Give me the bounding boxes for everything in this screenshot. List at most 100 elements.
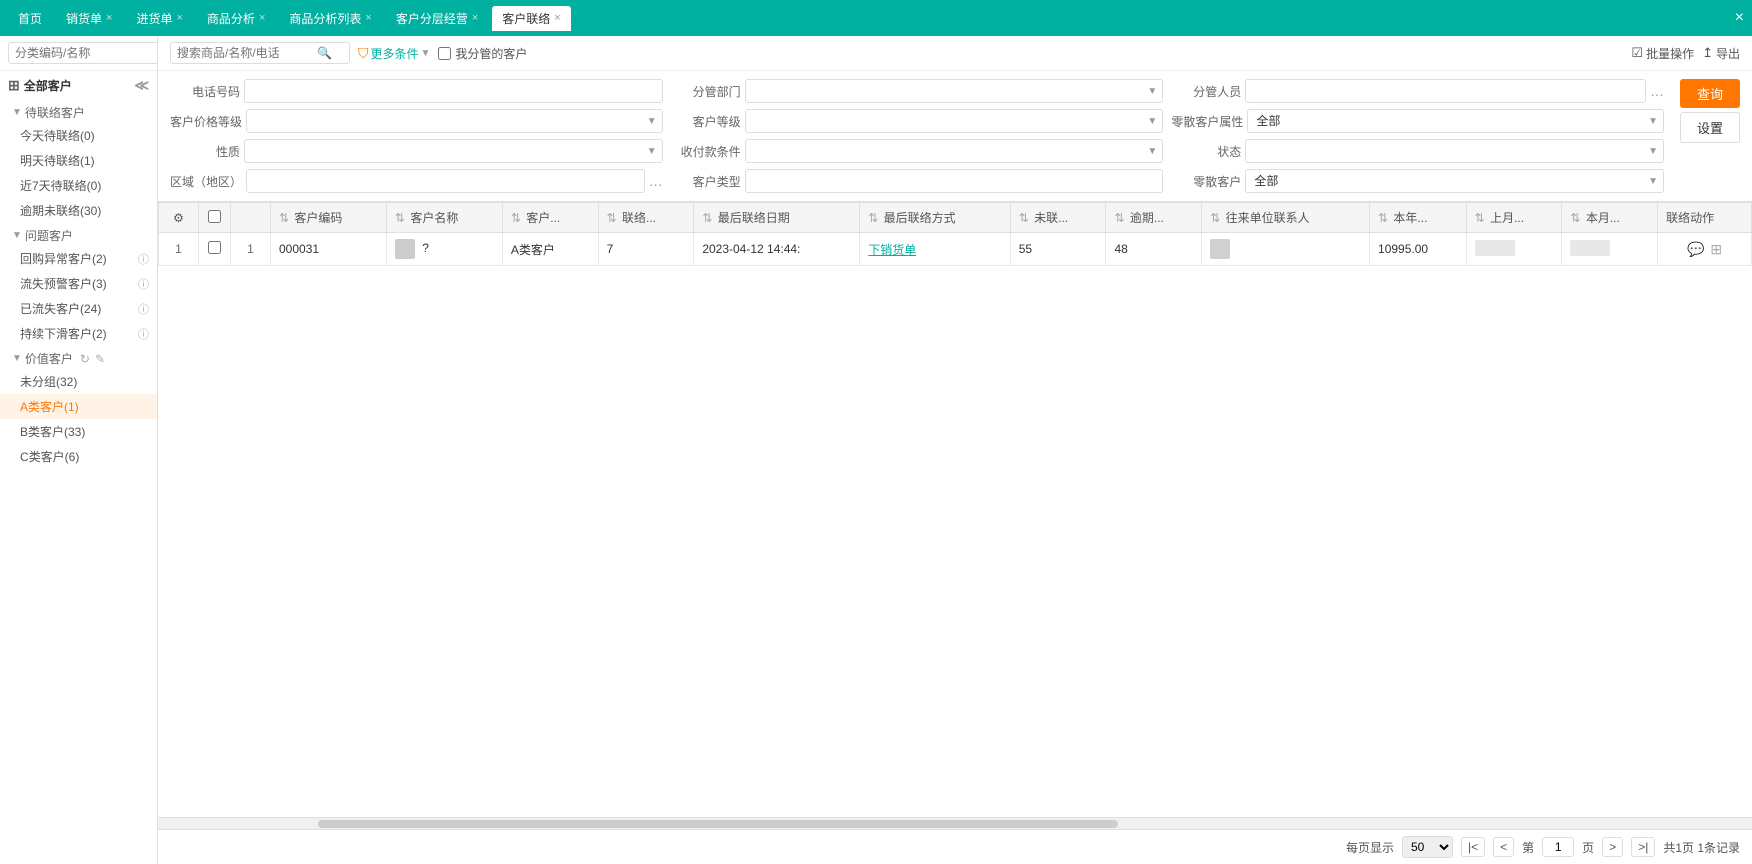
sidebar-item-tomorrow-label: 明天待联络(1) [20,152,95,169]
col-header-name[interactable]: ⇅ 客户名称 [386,203,502,233]
last-page-btn[interactable]: >| [1631,837,1655,857]
manager-dots-btn[interactable]: … [1650,83,1664,99]
nav-close-all-icon[interactable]: × [1735,9,1744,27]
nav-goods-list-close[interactable]: × [365,12,371,24]
nav-goods-analysis[interactable]: 商品分析 × [197,6,275,31]
nav-customer-contact-close[interactable]: × [554,12,560,24]
filter-status-label: 状态 [1171,143,1241,160]
contact-avatar [1210,239,1230,259]
col-name-sort-icon: ⇅ [395,211,405,225]
query-button[interactable]: 查询 [1680,79,1740,108]
col-header-no-contact[interactable]: ⇅ 未联... [1010,203,1106,233]
table-row: 1 1 000031 ? [159,233,1752,266]
filter-field-phone: 电话号码 [170,79,663,103]
nav-sales[interactable]: 销货单 × [56,6,122,31]
sidebar-item-repurchase[interactable]: 回购异常客户(2) ⓘ [0,246,157,271]
col-header-year-amount[interactable]: ⇅ 本年... [1370,203,1467,233]
col-header-last-method[interactable]: ⇅ 最后联络方式 [860,203,1011,233]
prev-page-btn[interactable]: < [1493,837,1514,857]
settings-button[interactable]: 设置 [1680,112,1740,143]
sidebar-item-tomorrow[interactable]: 明天待联络(1) [0,148,157,173]
group-value-edit-icon[interactable]: ✎ [95,352,105,366]
row-message-icon[interactable]: 💬 [1687,241,1704,258]
cell-this-month [1562,233,1658,266]
filter-retail-select[interactable]: 全部 [1245,169,1664,193]
page-size-select[interactable]: 10 20 50 100 [1402,836,1453,858]
page-input[interactable] [1542,837,1574,857]
nav-goods-close[interactable]: × [259,12,265,24]
sidebar-item-lost[interactable]: 已流失客户(24) ⓘ [0,296,157,321]
filter-manager-input[interactable] [1245,79,1646,103]
nav-sales-label: 销货单 [66,10,102,27]
horizontal-scrollbar[interactable] [158,817,1752,829]
sidebar-item-ungrouped[interactable]: 未分组(32) [0,369,157,394]
col-header-contact-count[interactable]: ⇅ 联络... [598,203,694,233]
region-dots-btn[interactable]: … [649,173,663,189]
sidebar-search-container: 🔍 [0,36,157,71]
table-container: ⚙ ⇅ 客户编码 ⇅ 客户名称 [158,202,1752,817]
filter-nature-wrapper: ▼ [244,139,663,163]
select-all-checkbox[interactable] [208,210,221,223]
nav-customer-layer[interactable]: 客户分层经营 × [386,6,488,31]
cell-index: 1 [231,233,271,266]
filter-status-select[interactable] [1245,139,1664,163]
sidebar-item-class-a[interactable]: A类客户(1) [0,394,157,419]
sidebar-item-overdue[interactable]: 逾期未联络(30) [0,198,157,223]
filter-search-box: 🔍 [170,42,350,64]
sidebar-item-today[interactable]: 今天待联络(0) [0,123,157,148]
filter-payment-select[interactable] [745,139,1164,163]
sidebar-item-week[interactable]: 近7天待联络(0) [0,173,157,198]
my-customers-checkbox[interactable] [438,47,451,60]
nav-customer-contact[interactable]: 客户联络 × [492,6,570,31]
filter-region-input[interactable] [246,169,645,193]
sidebar-all-customers[interactable]: ⊞ 全部客户 ≪ [0,71,157,100]
filter-field-manager: 分管人员 … [1171,79,1664,103]
col-header-contacts[interactable]: ⇅ 往来单位联系人 [1202,203,1370,233]
col-method-sort-icon: ⇅ [868,211,878,225]
sidebar-item-loss-warning[interactable]: 流失预警客户(3) ⓘ [0,271,157,296]
col-header-customer-level[interactable]: ⇅ 客户... [502,203,598,233]
last-method-link[interactable]: 下销货单 [868,243,916,257]
sidebar-item-class-c[interactable]: C类客户(6) [0,444,157,469]
filter-dept-select[interactable] [745,79,1164,103]
filter-field-nature: 性质 ▼ [170,139,663,163]
group-pending-label: 待联络客户 [25,104,85,121]
row-grid-icon[interactable]: ⊞ [1710,241,1722,258]
page-size-label: 每页显示 [1346,839,1394,856]
nav-purchase-close[interactable]: × [176,12,182,24]
col-header-this-month[interactable]: ⇅ 本月... [1562,203,1658,233]
sidebar-item-declining[interactable]: 持续下滑客户(2) ⓘ [0,321,157,346]
sidebar-item-class-b[interactable]: B类客户(33) [0,419,157,444]
col-header-last-date[interactable]: ⇅ 最后联络日期 [694,203,860,233]
group-value-refresh-icon[interactable]: ↻ [80,352,90,366]
first-page-btn[interactable]: |< [1461,837,1485,857]
filter-search-icon[interactable]: 🔍 [317,46,332,60]
col-header-last-month[interactable]: ⇅ 上月... [1466,203,1562,233]
more-conditions-btn[interactable]: ⛉ 更多条件 ▼ [358,45,430,62]
nav-purchase[interactable]: 进货单 × [126,6,192,31]
row-checkbox[interactable] [208,241,221,254]
sidebar-search-input[interactable] [8,42,158,64]
export-btn[interactable]: ↥ 导出 [1702,45,1740,62]
col-header-code[interactable]: ⇅ 客户编码 [271,203,387,233]
filter-phone-input[interactable] [244,79,663,103]
nav-goods-list[interactable]: 商品分析列表 × [279,6,381,31]
filter-field-retail-attr: 零散客户属性 全部 ▼ [1171,109,1664,133]
nav-home[interactable]: 首页 [8,6,52,31]
filter-retail-attr-wrapper: 全部 ▼ [1247,109,1664,133]
nav-sales-close[interactable]: × [106,12,112,24]
sidebar-collapse-icon[interactable]: ≪ [134,77,149,94]
col-header-gear[interactable]: ⚙ [159,203,199,233]
filter-nature-select[interactable] [244,139,663,163]
filter-price-level-select[interactable] [246,109,663,133]
export-icon: ↥ [1702,45,1713,61]
filter-search-input[interactable] [177,46,317,60]
nav-customer-layer-close[interactable]: × [472,12,478,24]
filter-retail-attr-select[interactable]: 全部 [1247,109,1664,133]
filter-customer-level-select[interactable] [745,109,1164,133]
col-header-overdue[interactable]: ⇅ 逾期... [1106,203,1202,233]
filter-customer-type-input[interactable] [745,169,1164,193]
next-page-btn[interactable]: > [1602,837,1623,857]
scrollbar-thumb[interactable] [318,820,1118,828]
batch-ops-btn[interactable]: ☑ 批量操作 [1631,45,1694,62]
